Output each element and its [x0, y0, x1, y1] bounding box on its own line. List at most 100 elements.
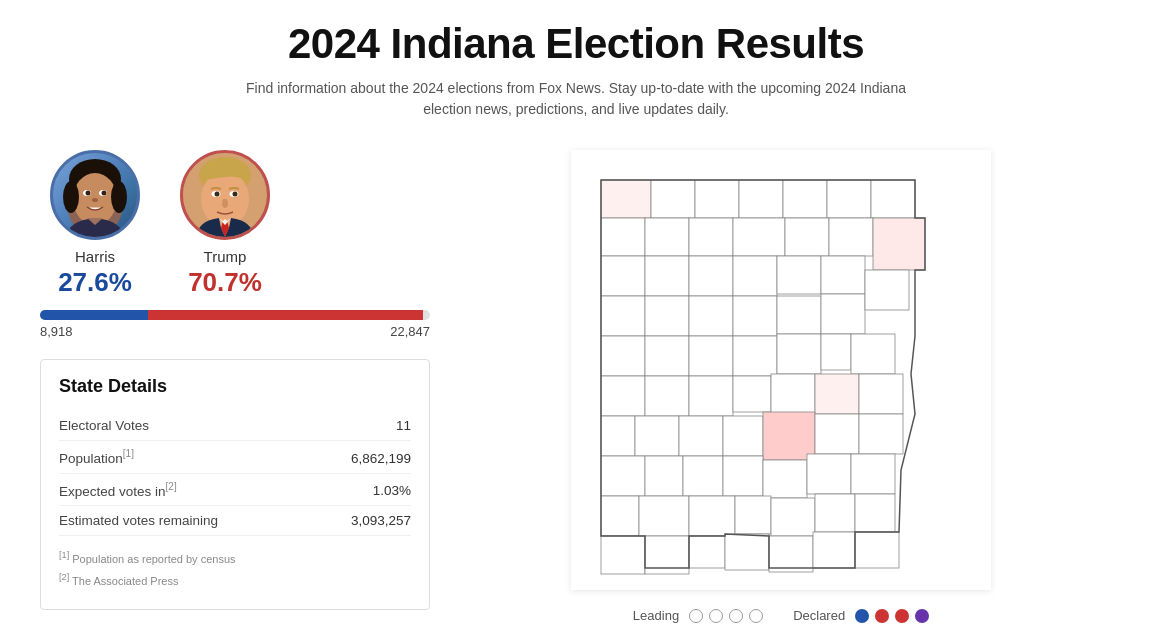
detail-row-expected: Expected votes in[2] 1.03%: [59, 474, 411, 507]
svg-rect-85: [813, 532, 855, 568]
harris-avatar: [50, 150, 140, 240]
trump-votes: 22,847: [390, 324, 430, 339]
svg-rect-58: [859, 374, 903, 414]
svg-rect-39: [645, 296, 689, 336]
svg-rect-20: [695, 180, 739, 218]
svg-rect-38: [601, 296, 645, 336]
svg-rect-61: [679, 416, 723, 456]
vote-counts-row: 8,918 22,847: [40, 324, 430, 339]
svg-rect-73: [601, 496, 639, 536]
state-details-box: State Details Electoral Votes 11 Populat…: [40, 359, 430, 610]
svg-rect-66: [601, 456, 645, 496]
expected-votes-value: 1.03%: [373, 483, 411, 498]
trump-percentage: 70.7%: [188, 267, 262, 298]
expected-footnote: [2]: [166, 481, 177, 492]
svg-rect-41: [733, 296, 777, 336]
svg-rect-50: [821, 334, 851, 370]
svg-rect-48: [733, 336, 777, 376]
svg-rect-33: [645, 256, 689, 296]
page-wrapper: 2024 Indiana Election Results Find infor…: [0, 0, 1152, 633]
svg-rect-42: [777, 296, 821, 334]
dem-declared-circle: [855, 609, 869, 623]
svg-rect-63: [763, 412, 815, 460]
svg-rect-54: [689, 376, 733, 416]
page-subtitle: Find information about the 2024 election…: [236, 78, 916, 120]
svg-rect-18: [601, 180, 651, 218]
state-details-title: State Details: [59, 376, 411, 397]
svg-rect-60: [635, 416, 679, 456]
rep-declared-circle-1: [875, 609, 889, 623]
leading-circle-1: [689, 609, 703, 623]
svg-rect-56: [771, 374, 815, 414]
svg-rect-44: [865, 270, 909, 310]
svg-rect-68: [683, 456, 723, 496]
svg-rect-55: [733, 376, 771, 412]
svg-rect-64: [815, 414, 859, 454]
svg-rect-69: [723, 456, 763, 496]
svg-rect-70: [763, 460, 807, 498]
harris-votes: 8,918: [40, 324, 73, 339]
leading-circle-2: [709, 609, 723, 623]
svg-rect-67: [645, 456, 683, 496]
leading-legend-group: Leading: [633, 608, 763, 623]
remaining-label: Estimated votes remaining: [59, 513, 218, 528]
trump-avatar: [180, 150, 270, 240]
svg-point-4: [111, 181, 127, 213]
svg-rect-82: [689, 536, 725, 568]
svg-point-8: [102, 191, 107, 196]
svg-rect-76: [735, 496, 771, 534]
candidates-row: Harris 27.6%: [40, 150, 430, 298]
remaining-value: 3,093,257: [351, 513, 411, 528]
svg-rect-86: [855, 532, 899, 568]
leading-circle-4: [749, 609, 763, 623]
svg-rect-27: [689, 218, 733, 256]
svg-rect-79: [855, 494, 895, 532]
svg-rect-77: [771, 498, 815, 536]
svg-rect-80: [601, 536, 645, 574]
vote-bar: [40, 310, 430, 320]
rep-declared-circle-2: [895, 609, 909, 623]
svg-rect-52: [601, 376, 645, 416]
electoral-votes-label: Electoral Votes: [59, 418, 149, 433]
svg-rect-49: [777, 334, 821, 374]
svg-rect-65: [859, 414, 903, 454]
footnote-2: [2] The Associated Press: [59, 570, 411, 590]
main-content: Harris 27.6%: [40, 150, 1112, 623]
map-container: Leading Declared: [450, 150, 1112, 623]
svg-rect-30: [829, 218, 873, 256]
svg-rect-72: [851, 454, 895, 494]
svg-rect-84: [769, 536, 813, 572]
declared-label: Declared: [793, 608, 845, 623]
svg-rect-46: [645, 336, 689, 376]
svg-rect-40: [689, 296, 733, 336]
svg-point-3: [63, 181, 79, 213]
svg-rect-26: [645, 218, 689, 256]
svg-rect-62: [723, 416, 763, 456]
svg-rect-83: [725, 534, 769, 570]
svg-rect-24: [871, 180, 915, 218]
right-panel: Leading Declared: [450, 150, 1112, 623]
svg-rect-29: [785, 218, 829, 256]
svg-rect-34: [689, 256, 733, 296]
svg-rect-71: [807, 454, 851, 494]
footnote-1: [1] Population as reported by census: [59, 548, 411, 568]
svg-rect-74: [639, 496, 689, 536]
svg-rect-59: [601, 416, 635, 456]
declared-legend-group: Declared: [793, 608, 929, 623]
detail-row-population: Population[1] 6,862,199: [59, 441, 411, 474]
harris-bar: [40, 310, 148, 320]
svg-rect-51: [851, 334, 895, 374]
svg-rect-32: [601, 256, 645, 296]
svg-rect-35: [733, 256, 777, 296]
svg-rect-57: [815, 374, 859, 414]
electoral-votes-value: 11: [396, 418, 411, 433]
svg-rect-37: [821, 256, 865, 294]
svg-rect-28: [733, 218, 785, 256]
svg-rect-19: [651, 180, 695, 218]
svg-rect-43: [821, 294, 865, 334]
svg-rect-31: [873, 218, 925, 270]
svg-point-9: [92, 198, 98, 202]
map-legend: Leading Declared: [633, 608, 929, 623]
leading-label: Leading: [633, 608, 679, 623]
svg-rect-75: [689, 496, 735, 536]
